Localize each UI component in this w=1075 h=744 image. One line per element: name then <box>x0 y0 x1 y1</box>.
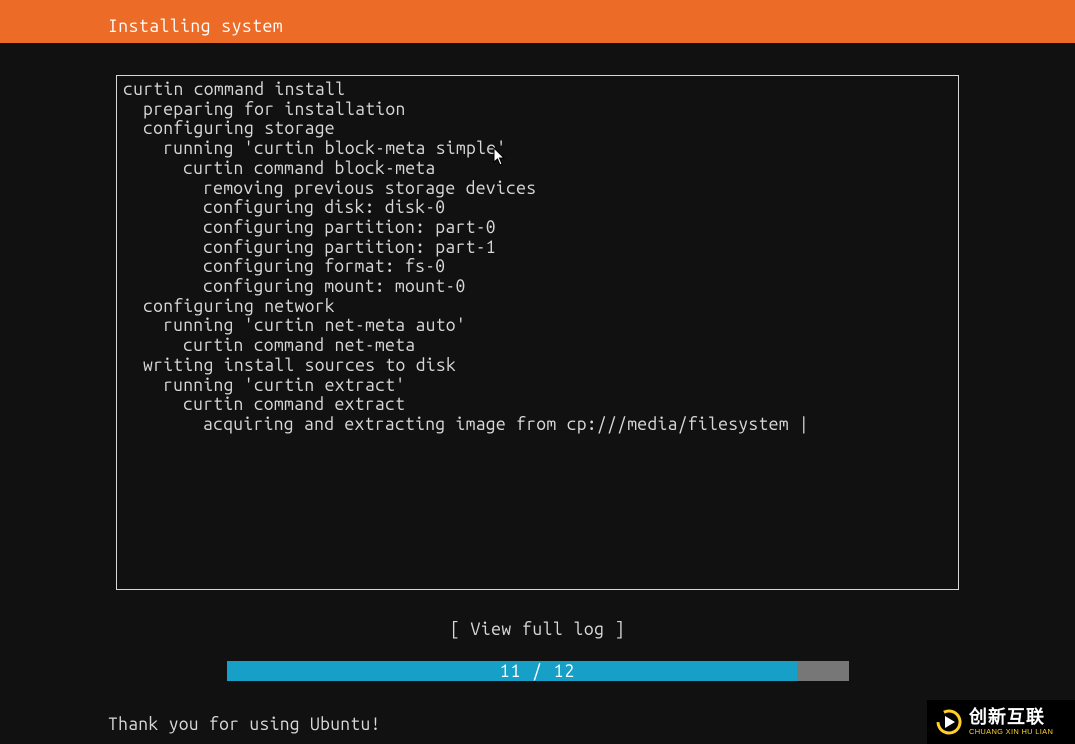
content-area: curtin command installpreparing for inst… <box>0 43 1075 681</box>
log-line: running 'curtin extract' <box>123 376 952 396</box>
progress-label: 11 / 12 <box>227 661 849 681</box>
progress-text: 11 / 12 <box>500 662 576 681</box>
log-line: running 'curtin block-meta simple' <box>123 139 952 159</box>
watermark-cn: 创新互联 <box>969 708 1053 726</box>
watermark-en: CHUANG XIN HU LIAN <box>969 728 1053 736</box>
log-line: curtin command net-meta <box>123 336 952 356</box>
log-line: configuring storage <box>123 119 952 139</box>
view-full-log-row: [ View full log ] <box>0 620 1075 639</box>
window-top-edge <box>0 0 1075 10</box>
log-line: running 'curtin net-meta auto' <box>123 316 952 336</box>
log-line: curtin command block-meta <box>123 159 952 179</box>
log-line: removing previous storage devices <box>123 179 952 199</box>
watermark-text: 创新互联 CHUANG XIN HU LIAN <box>969 708 1053 736</box>
log-line: acquiring and extracting image from cp:/… <box>123 415 952 435</box>
installer-header: Installing system <box>0 10 1075 43</box>
log-line: writing install sources to disk <box>123 356 952 376</box>
log-line: configuring mount: mount-0 <box>123 277 952 297</box>
log-line: configuring network <box>123 297 952 317</box>
log-line: preparing for installation <box>123 100 952 120</box>
log-line: configuring partition: part-1 <box>123 238 952 258</box>
install-log-box: curtin command installpreparing for inst… <box>116 75 959 590</box>
log-line: configuring format: fs-0 <box>123 257 952 277</box>
view-full-log-button[interactable]: [ View full log ] <box>450 620 625 639</box>
log-line: curtin command install <box>123 80 952 100</box>
log-line: configuring partition: part-0 <box>123 218 952 238</box>
log-line: curtin command extract <box>123 395 952 415</box>
watermark-logo-icon <box>935 708 963 736</box>
footer-thanks: Thank you for using Ubuntu! <box>108 715 381 734</box>
log-line: configuring disk: disk-0 <box>123 198 952 218</box>
progress-bar: 11 / 12 <box>227 661 849 681</box>
footer-text: Thank you for using Ubuntu! <box>108 715 381 734</box>
watermark-badge: 创新互联 CHUANG XIN HU LIAN <box>927 700 1075 744</box>
installer-title: Installing system <box>108 17 283 36</box>
